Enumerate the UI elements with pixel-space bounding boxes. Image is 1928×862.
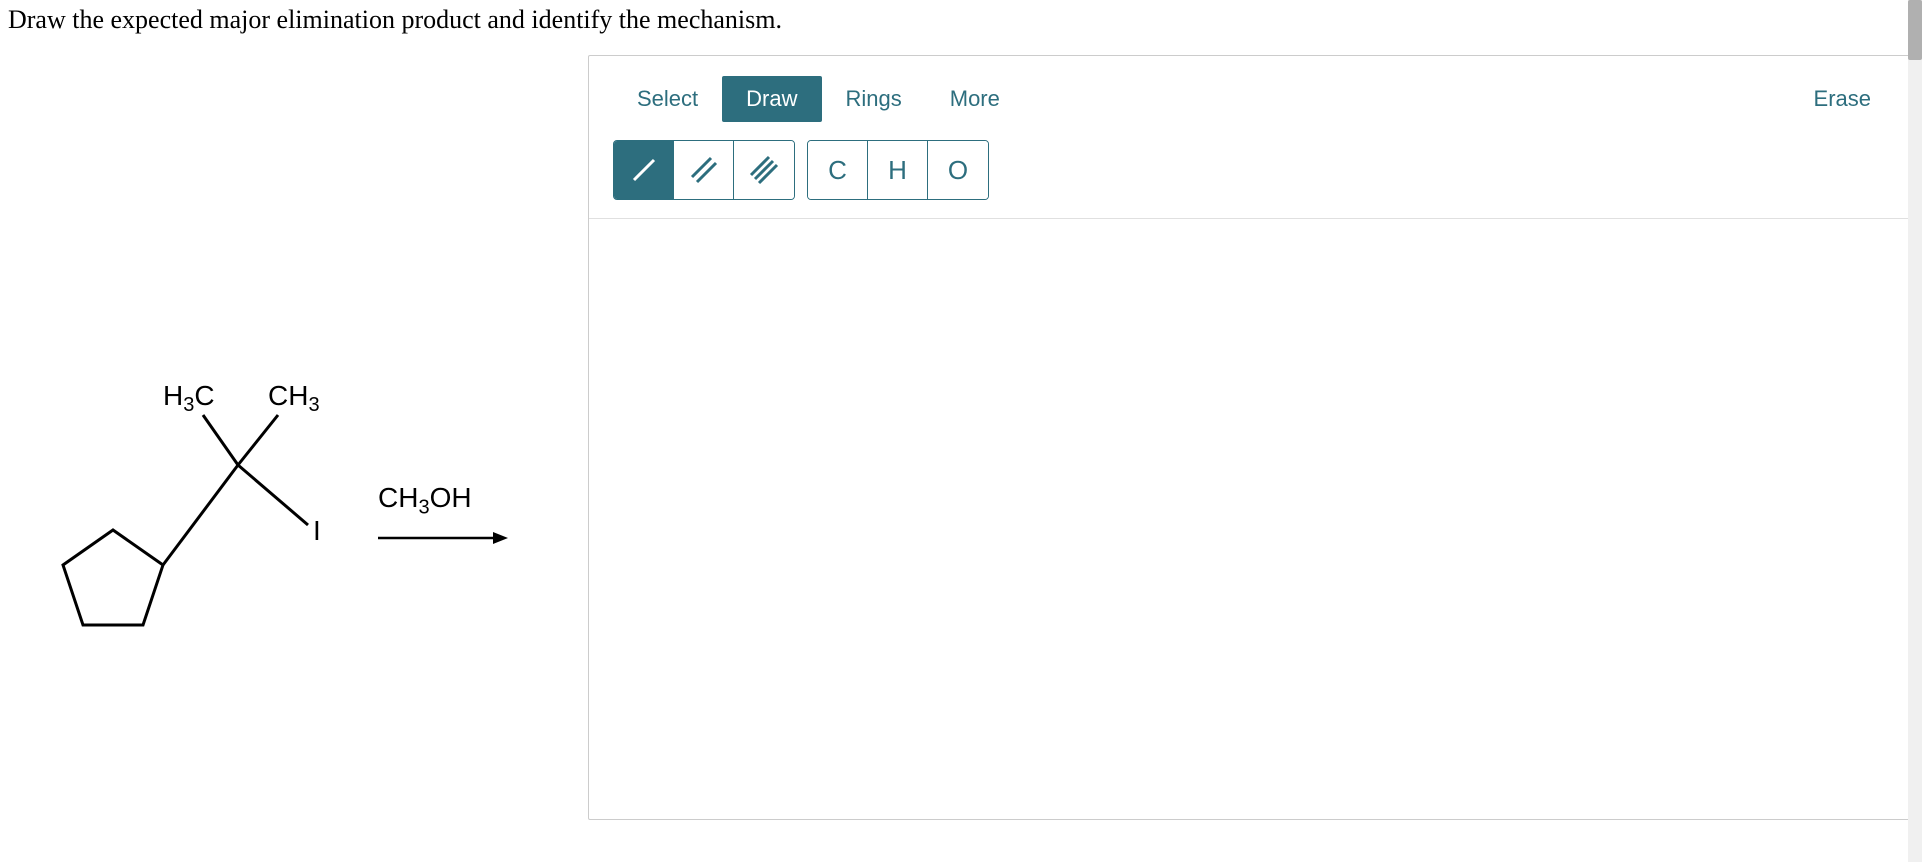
erase-button[interactable]: Erase [1790, 76, 1895, 122]
toolbar-main: Select Draw Rings More Erase [589, 56, 1919, 132]
double-bond-button[interactable] [674, 141, 734, 199]
carbon-atom-button[interactable]: C [808, 141, 868, 199]
tab-rings[interactable]: Rings [822, 76, 926, 122]
molecule-area: H3C CH3 I CH3OH [8, 375, 588, 655]
tab-select[interactable]: Select [613, 76, 722, 122]
double-bond-icon [687, 153, 721, 187]
triple-bond-button[interactable] [734, 141, 794, 199]
drawing-panel: Select Draw Rings More Erase [588, 55, 1920, 820]
triple-bond-icon [747, 153, 781, 187]
toolbar-tabs: Select Draw Rings More [613, 76, 1024, 122]
atom-tool-group: C H O [807, 140, 989, 200]
single-bond-button[interactable] [614, 141, 674, 199]
ch3-right-label: CH3 [268, 380, 320, 416]
scrollbar-track[interactable] [1908, 0, 1922, 862]
question-text: Draw the expected major elimination prod… [0, 0, 1928, 55]
tab-draw[interactable]: Draw [722, 76, 821, 122]
bond-tool-group [613, 140, 795, 200]
ch3-left-label: H3C [163, 380, 215, 416]
single-bond-icon [627, 153, 661, 187]
oxygen-atom-button[interactable]: O [928, 141, 988, 199]
main-layout: H3C CH3 I CH3OH Select Draw Rings More [0, 55, 1928, 820]
drawing-canvas[interactable] [589, 219, 1919, 819]
left-panel: H3C CH3 I CH3OH [8, 55, 588, 820]
tab-more[interactable]: More [926, 76, 1024, 122]
hydrogen-atom-button[interactable]: H [868, 141, 928, 199]
reaction-arrow-icon [378, 528, 508, 548]
reagent-arrow-group: CH3OH [378, 482, 508, 548]
scrollbar-thumb[interactable] [1908, 0, 1922, 60]
toolbar-tools: C H O [589, 132, 1919, 219]
reagent-label: CH3OH [378, 482, 472, 520]
iodine-label: I [313, 515, 321, 546]
substrate-molecule: H3C CH3 I [8, 375, 348, 655]
